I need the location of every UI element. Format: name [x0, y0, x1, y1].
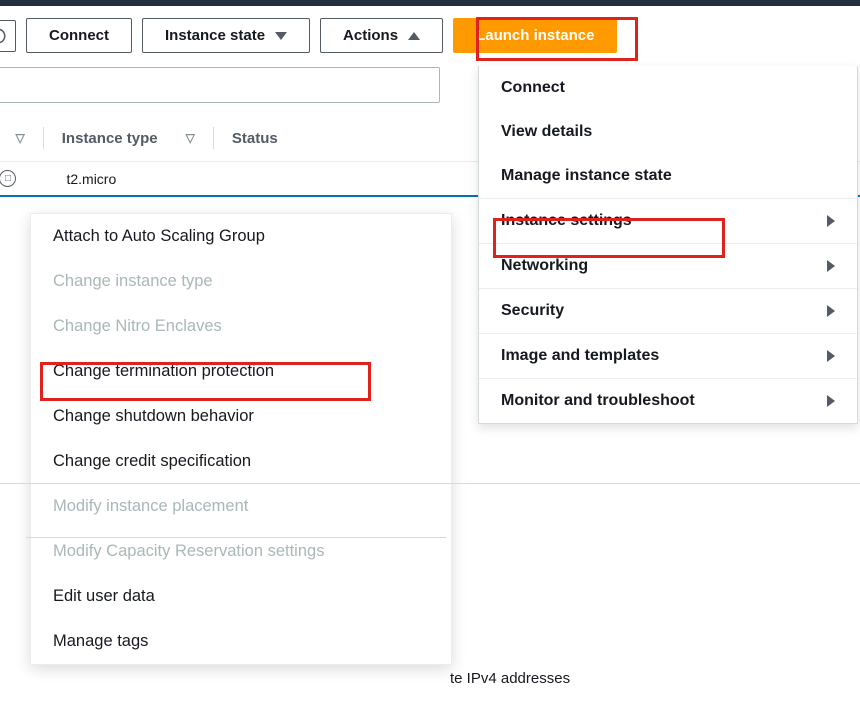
actions-item-label: Security: [501, 302, 564, 320]
submenu-item-attach-to-auto-scaling-group[interactable]: Attach to Auto Scaling Group: [31, 214, 451, 259]
actions-button[interactable]: Actions: [320, 18, 443, 53]
submenu-item-manage-tags[interactable]: Manage tags: [31, 619, 451, 664]
actions-item-manage-instance-state[interactable]: Manage instance state: [479, 154, 857, 198]
panel-divider: [0, 483, 860, 484]
chevron-up-icon: [408, 32, 420, 40]
actions-item-instance-settings[interactable]: Instance settings: [479, 198, 857, 243]
actions-item-connect[interactable]: Connect: [479, 66, 857, 110]
column-status-label: Status: [232, 130, 278, 147]
chevron-right-icon: [827, 215, 835, 227]
column-type-label: Instance type: [62, 130, 158, 147]
actions-label: Actions: [343, 27, 398, 44]
chevron-right-icon: [827, 395, 835, 407]
row-action-icons: › □: [0, 170, 16, 187]
launch-label: Launch instance: [476, 27, 594, 44]
search-input[interactable]: [0, 67, 440, 103]
submenu-item-change-credit-specification[interactable]: Change credit specification: [31, 439, 451, 484]
submenu-item-change-nitro-enclaves: Change Nitro Enclaves: [31, 304, 451, 349]
submenu-item-edit-user-data[interactable]: Edit user data: [31, 574, 451, 619]
actions-item-networking[interactable]: Networking: [479, 243, 857, 288]
submenu-item-modify-capacity-reservation-settings: Modify Capacity Reservation settings: [31, 529, 451, 574]
actions-item-image-and-templates[interactable]: Image and templates: [479, 333, 857, 378]
submenu-item-change-instance-type: Change instance type: [31, 259, 451, 304]
sort-icon: ▽: [16, 131, 25, 145]
submenu-item-modify-instance-placement: Modify instance placement: [31, 484, 451, 529]
column-separator: [43, 127, 44, 149]
panel-divider-2: [26, 537, 446, 538]
actions-item-label: Monitor and troubleshoot: [501, 392, 695, 410]
instance-state-label: Instance state: [165, 27, 265, 44]
actions-item-view-details[interactable]: View details: [479, 110, 857, 154]
chevron-right-icon: [827, 305, 835, 317]
connect-label: Connect: [49, 27, 109, 44]
actions-item-label: View details: [501, 123, 592, 141]
submenu-item-change-termination-protection[interactable]: Change termination protection: [31, 349, 451, 394]
actions-item-monitor-and-troubleshoot[interactable]: Monitor and troubleshoot: [479, 378, 857, 423]
chevron-down-icon: [275, 32, 287, 40]
instance-type-value: t2.micro: [66, 171, 116, 187]
toolbar: Connect Instance state Actions Launch in…: [0, 6, 860, 65]
column-status[interactable]: Status: [232, 130, 278, 147]
stop-icon[interactable]: □: [0, 170, 16, 187]
actions-item-label: Connect: [501, 79, 565, 97]
column-separator: [213, 127, 214, 149]
connect-button[interactable]: Connect: [26, 18, 132, 53]
ipv4-label-fragment: te IPv4 addresses: [450, 670, 570, 687]
refresh-icon: [0, 27, 7, 45]
actions-dropdown: Connect View details Manage instance state…: [478, 66, 858, 424]
column-type[interactable]: Instance type ▽: [62, 130, 195, 147]
column-state[interactable]: e state ▽: [0, 130, 25, 147]
chevron-right-icon: [827, 350, 835, 362]
actions-item-label: Networking: [501, 257, 588, 275]
actions-item-security[interactable]: Security: [479, 288, 857, 333]
instance-state-button[interactable]: Instance state: [142, 18, 310, 53]
launch-instance-button[interactable]: Launch instance: [453, 18, 617, 53]
refresh-button[interactable]: [0, 20, 16, 52]
actions-item-label: Manage instance state: [501, 167, 672, 185]
actions-item-label: Image and templates: [501, 347, 659, 365]
sort-icon: ▽: [186, 131, 195, 145]
chevron-right-icon: [827, 260, 835, 272]
submenu-item-change-shutdown-behavior[interactable]: Change shutdown behavior: [31, 394, 451, 439]
instance-settings-submenu: Attach to Auto Scaling GroupChange insta…: [30, 213, 452, 665]
actions-item-label: Instance settings: [501, 212, 632, 230]
